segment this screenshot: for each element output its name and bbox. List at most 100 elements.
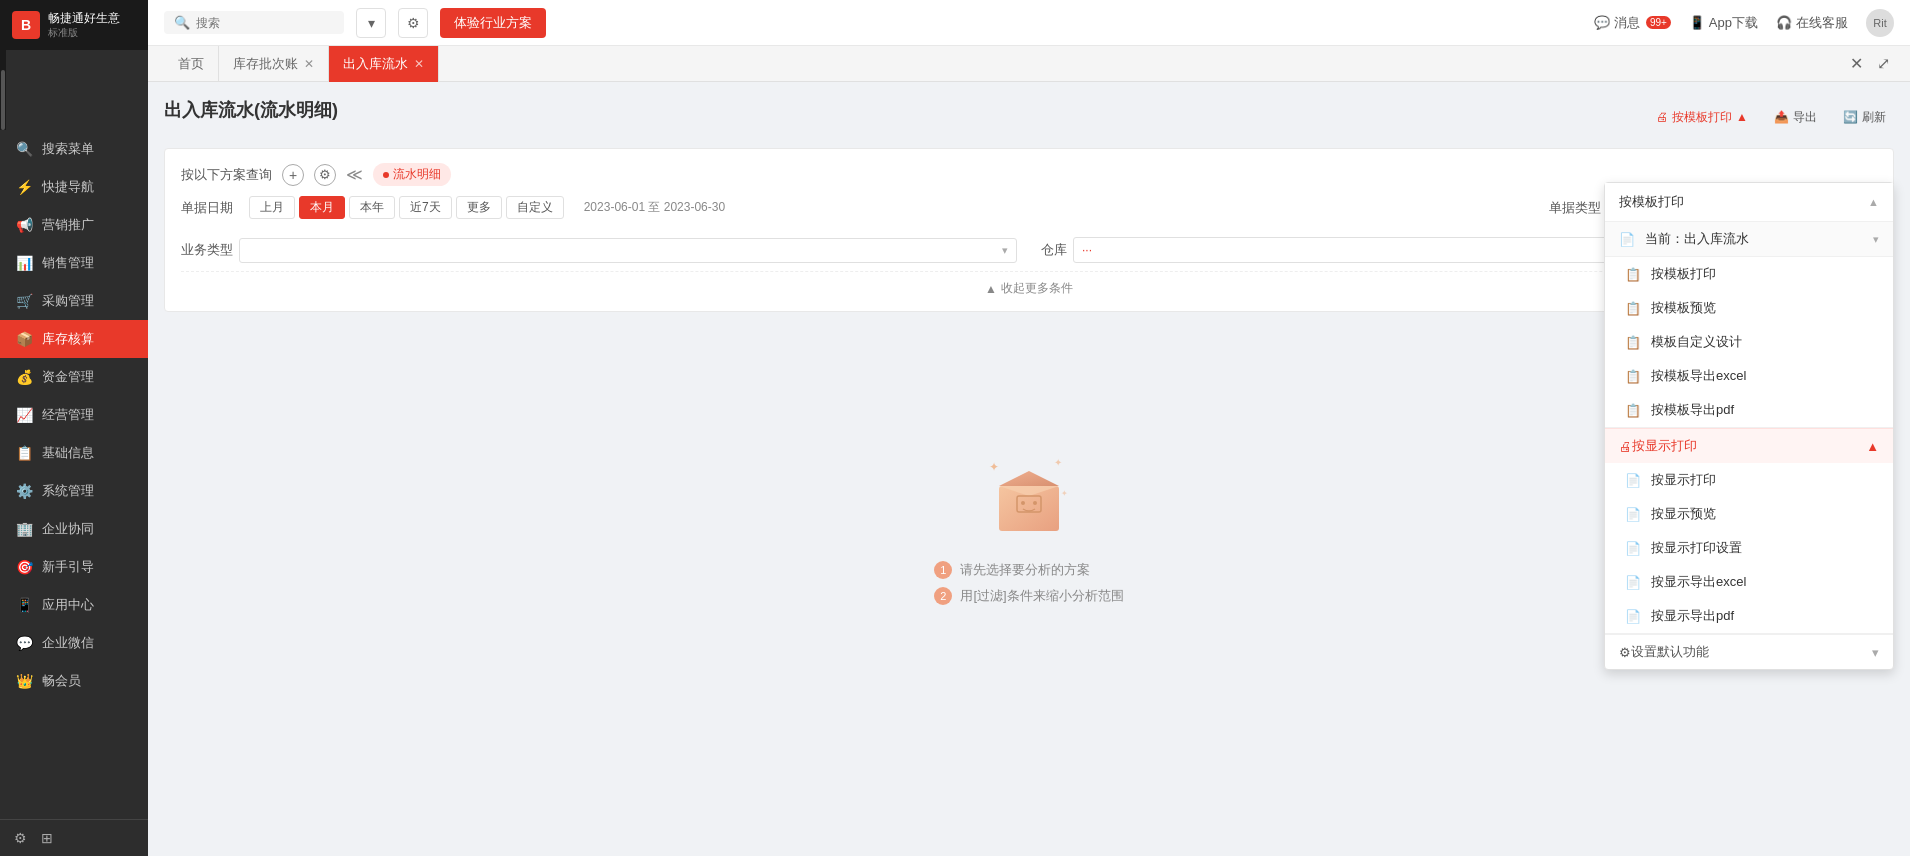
sidebar-item-app-center[interactable]: 📱应用中心 (0, 586, 148, 624)
display-section-header[interactable]: 🖨 按显示打印 ▲ (1605, 428, 1893, 463)
sidebar: B 畅捷通好生意 标准版 🔍 搜索菜单 ⚡快捷导航📢营销推广📊销售管理🛒采购管理📦库… (0, 0, 148, 856)
display-section-chevron: ▲ (1866, 439, 1879, 454)
refresh-btn[interactable]: 🔄 刷新 (1835, 105, 1894, 130)
dropdown-item-template-export-pdf[interactable]: 📋按模板导出pdf (1605, 393, 1893, 427)
sidebar-item-member[interactable]: 👑畅会员 (0, 662, 148, 700)
step-2-num: 2 (934, 587, 952, 605)
dropdown-item-template-print[interactable]: 📋按模板打印 (1605, 257, 1893, 291)
topbar-right: 💬 消息 99+ 📱 App下载 🎧 在线客服 Rit (1594, 9, 1894, 37)
date-tag-更多[interactable]: 更多 (456, 196, 502, 219)
warehouse-label: 仓库 (1041, 241, 1067, 259)
sidebar-label-basic: 基础信息 (42, 444, 94, 462)
collapse-btn[interactable]: ▲ 收起更多条件 (985, 280, 1073, 297)
filter-collapse-arrow[interactable]: ≪ (346, 165, 363, 184)
biz-type-arrow: ▾ (1002, 244, 1008, 257)
basic-icon: 📋 (14, 445, 34, 461)
sidebar-item-finance[interactable]: 💰资金管理 (0, 358, 148, 396)
tab-label-inout-flow: 出入库流水 (343, 55, 408, 73)
template-export-pdf-icon: 📋 (1625, 402, 1641, 418)
page-header-right: 🖨 按模板打印 ▲ 📤 导出 🔄 刷新 (1648, 105, 1894, 130)
sidebar-item-guide[interactable]: 🎯新手引导 (0, 548, 148, 586)
template-print-icon: 📋 (1625, 266, 1641, 282)
sidebar-item-operations[interactable]: 📈经营管理 (0, 396, 148, 434)
sidebar-label-system: 系统管理 (42, 482, 94, 500)
sidebar-label-inventory: 库存核算 (42, 330, 94, 348)
avatar[interactable]: Rit (1866, 9, 1894, 37)
dropdown-item-display-export-pdf[interactable]: 📄按显示导出pdf (1605, 599, 1893, 633)
tab-home[interactable]: 首页 (164, 46, 219, 82)
message-icon: 💬 (1594, 15, 1610, 30)
date-tag-上月[interactable]: 上月 (249, 196, 295, 219)
print-icon: 🖨 (1656, 110, 1668, 124)
print-dropdown-panel: 按模板打印 ▲ 📄 当前：出入库流水 ▾ 📋按模板打印📋按模板预览📋模板自定义设… (1604, 182, 1894, 670)
sidebar-item-inventory[interactable]: 📦库存核算 (0, 320, 148, 358)
search-icon: 🔍 (14, 141, 34, 157)
add-filter-btn[interactable]: + (282, 164, 304, 186)
trial-btn[interactable]: 体验行业方案 (440, 8, 546, 38)
filter-label: 按以下方案查询 (181, 166, 272, 184)
sidebar-item-sales[interactable]: 📊销售管理 (0, 244, 148, 282)
dropdown-btn[interactable]: ▾ (356, 8, 386, 38)
date-tag-自定义[interactable]: 自定义 (506, 196, 564, 219)
dropdown-footer[interactable]: ⚙ 设置默认功能 ▾ (1605, 634, 1893, 669)
sidebar-item-enterprise[interactable]: 🏢企业协同 (0, 510, 148, 548)
sidebar-item-wechat[interactable]: 💬企业微信 (0, 624, 148, 662)
dropdown-item-template-export-excel[interactable]: 📋按模板导出excel (1605, 359, 1893, 393)
dropdown-item-display-preview[interactable]: 📄按显示预览 (1605, 497, 1893, 531)
date-tag-近7天[interactable]: 近7天 (399, 196, 452, 219)
search-input[interactable] (196, 16, 316, 30)
footer-chevron: ▾ (1872, 645, 1879, 660)
tab-close-all[interactable]: ✕ (1846, 50, 1867, 77)
sidebar-label-finance: 资金管理 (42, 368, 94, 386)
tab-close-batch-account[interactable]: ✕ (304, 57, 314, 71)
expand-icon[interactable]: ⊞ (41, 830, 53, 846)
sidebar-label-sales: 销售管理 (42, 254, 94, 272)
dropdown-item-display-export-excel[interactable]: 📄按显示导出excel (1605, 565, 1893, 599)
tab-expand[interactable]: ⤢ (1873, 50, 1894, 77)
date-tag-本月[interactable]: 本月 (299, 196, 345, 219)
operations-icon: 📈 (14, 407, 34, 423)
flow-tag: 流水明细 (373, 163, 451, 186)
logo-icon: B (12, 11, 40, 39)
message-btn[interactable]: 💬 消息 99+ (1594, 14, 1671, 32)
sidebar-item-search[interactable]: 🔍 搜索菜单 (0, 130, 148, 168)
sidebar-item-quick-nav[interactable]: ⚡快捷导航 (0, 168, 148, 206)
date-tag-本年[interactable]: 本年 (349, 196, 395, 219)
tab-inout-flow[interactable]: 出入库流水 ✕ (329, 46, 439, 82)
date-range-display: 2023-06-01 至 2023-06-30 (584, 199, 725, 216)
sidebar-item-purchase[interactable]: 🛒采购管理 (0, 282, 148, 320)
dropdown-item-display-print-settings[interactable]: 📄按显示打印设置 (1605, 531, 1893, 565)
export-btn[interactable]: 📤 导出 (1766, 105, 1825, 130)
online-service-btn[interactable]: 🎧 在线客服 (1776, 14, 1848, 32)
print-template-btn[interactable]: 🖨 按模板打印 ▲ (1648, 105, 1756, 130)
headset-icon: 🎧 (1776, 15, 1792, 30)
current-template-item[interactable]: 📄 当前：出入库流水 ▾ (1605, 222, 1893, 257)
dropdown-item-template-preview[interactable]: 📋按模板预览 (1605, 291, 1893, 325)
biz-type-field: 业务类型 ▾ (181, 238, 1017, 263)
empty-steps: 1 请先选择要分析的方案 2 用[过滤]条件来缩小分析范围 (934, 561, 1123, 613)
sidebar-label-search: 搜索菜单 (42, 140, 94, 158)
search-box[interactable]: 🔍 (164, 11, 344, 34)
dropdown-header[interactable]: 按模板打印 ▲ (1605, 183, 1893, 222)
sidebar-item-basic[interactable]: 📋 基础信息 (0, 434, 148, 472)
wechat-icon: 💬 (14, 635, 34, 651)
svg-point-6 (1033, 501, 1037, 505)
dropdown-item-template-custom[interactable]: 📋模板自定义设计 (1605, 325, 1893, 359)
message-badge: 99+ (1646, 16, 1671, 29)
svg-text:✦: ✦ (989, 460, 999, 474)
sidebar-logo: B 畅捷通好生意 标准版 (0, 0, 148, 50)
settings-icon[interactable]: ⚙ (14, 830, 27, 846)
warehouse-more[interactable]: ··· (1082, 243, 1092, 257)
biz-type-input[interactable]: ▾ (239, 238, 1017, 263)
filter-settings-icon[interactable]: ⚙ (314, 164, 336, 186)
tab-close-inout-flow[interactable]: ✕ (414, 57, 424, 71)
sidebar-item-marketing[interactable]: 📢营销推广 (0, 206, 148, 244)
settings-btn[interactable]: ⚙ (398, 8, 428, 38)
app-download-btn[interactable]: 📱 App下载 (1689, 14, 1758, 32)
step-2: 2 用[过滤]条件来缩小分析范围 (934, 587, 1123, 605)
dropdown-item-display-print[interactable]: 📄按显示打印 (1605, 463, 1893, 497)
sidebar-label-marketing: 营销推广 (42, 216, 94, 234)
sidebar-item-system[interactable]: ⚙️系统管理 (0, 472, 148, 510)
tab-batch-account[interactable]: 库存批次账✕ (219, 46, 329, 82)
sidebar-label-app-center: 应用中心 (42, 596, 94, 614)
